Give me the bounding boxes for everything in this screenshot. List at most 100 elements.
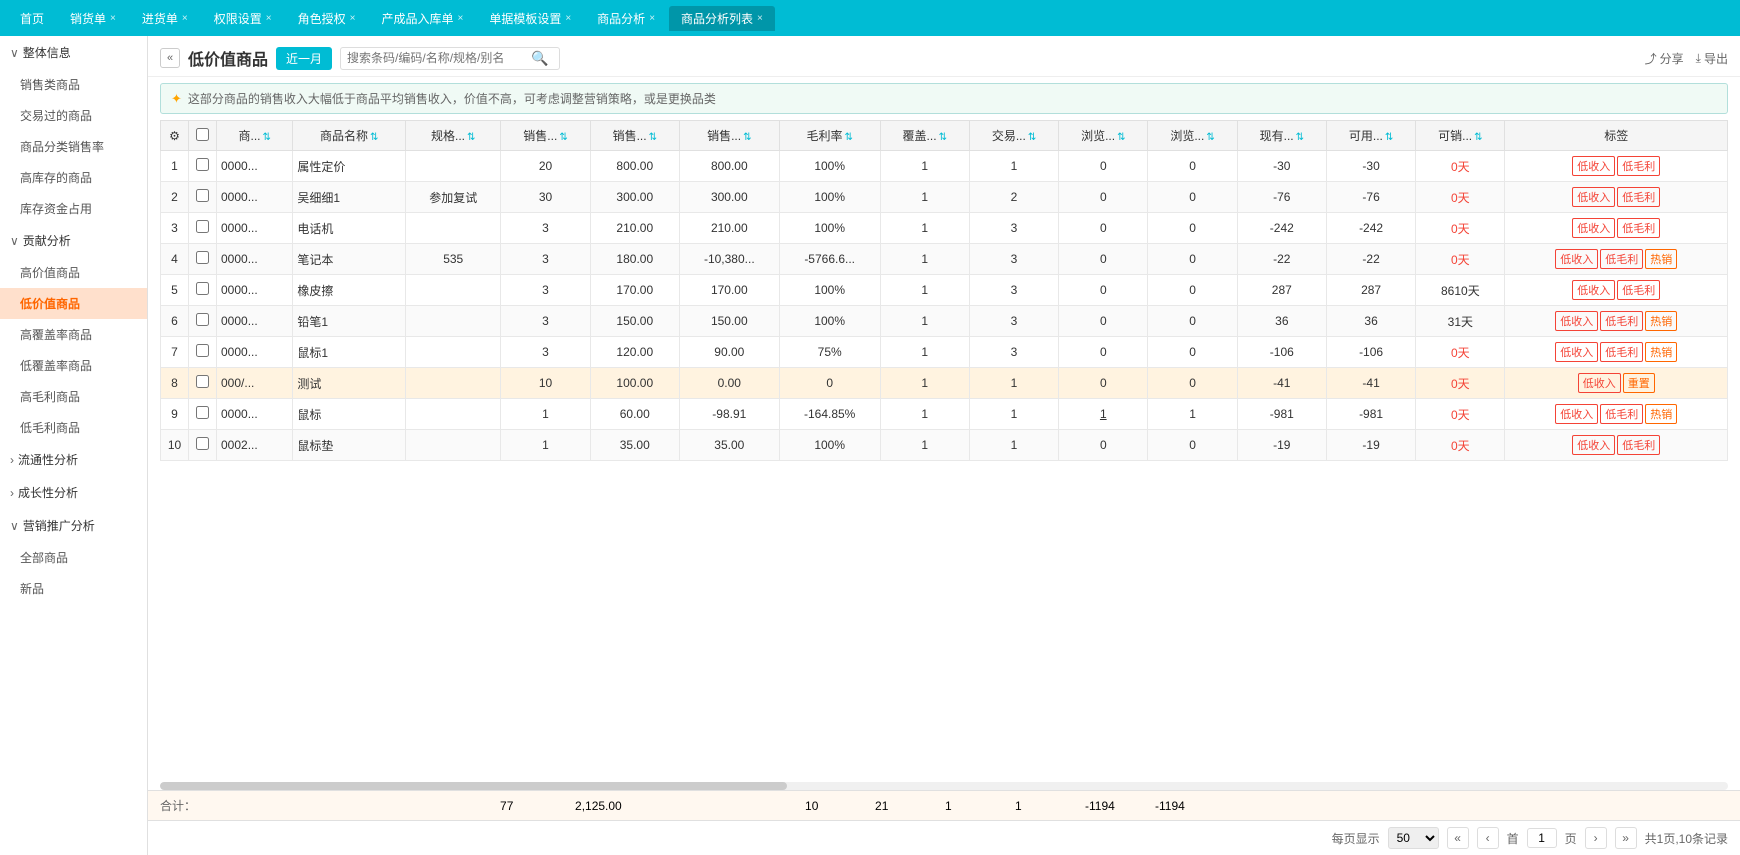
- checkbox-cell[interactable]: [189, 275, 217, 306]
- col-header-sale2[interactable]: 销售...⇅: [590, 121, 679, 151]
- close-icon[interactable]: ×: [182, 13, 188, 24]
- browse1-cell: 0: [1059, 306, 1148, 337]
- scrollbar-thumb[interactable]: [160, 782, 787, 790]
- cover-cell: 1: [880, 306, 969, 337]
- col-header-cover[interactable]: 覆盖...⇅: [880, 121, 969, 151]
- nav-product-inbound[interactable]: 产成品入库单 ×: [369, 6, 475, 31]
- col-header-name[interactable]: 商品名称⇅: [293, 121, 406, 151]
- sidebar-item-low-value[interactable]: 低价值商品: [0, 288, 147, 319]
- sidebar-section-growth[interactable]: › 成长性分析: [0, 476, 147, 509]
- row-checkbox[interactable]: [196, 282, 209, 295]
- browse2-cell: 0: [1148, 368, 1237, 399]
- current-page-input[interactable]: [1527, 828, 1557, 848]
- col-header-spec[interactable]: 规格...⇅: [406, 121, 501, 151]
- last-page-button[interactable]: »: [1615, 827, 1637, 849]
- sidebar-section-liquidity[interactable]: › 流通性分析: [0, 443, 147, 476]
- num-cell: 7: [161, 337, 189, 368]
- sidebar-item-high-margin[interactable]: 高毛利商品: [0, 381, 147, 412]
- nav-purchase-order[interactable]: 进货单 ×: [130, 6, 200, 31]
- sidebar-item-traded-products[interactable]: 交易过的商品: [0, 100, 147, 131]
- close-icon[interactable]: ×: [350, 13, 356, 24]
- sidebar-item-low-margin[interactable]: 低毛利商品: [0, 412, 147, 443]
- row-checkbox[interactable]: [196, 189, 209, 202]
- next-page-button[interactable]: ›: [1585, 827, 1607, 849]
- prev-page-button[interactable]: ‹: [1477, 827, 1499, 849]
- row-checkbox[interactable]: [196, 406, 209, 419]
- checkbox-cell[interactable]: [189, 430, 217, 461]
- avail-cell: -76: [1326, 182, 1415, 213]
- close-icon[interactable]: ×: [266, 13, 272, 24]
- sidebar-section-contribution[interactable]: ∨ 贡献分析: [0, 224, 147, 257]
- col-header-code[interactable]: 商...⇅: [217, 121, 293, 151]
- row-checkbox[interactable]: [196, 437, 209, 450]
- checkbox-cell[interactable]: [189, 337, 217, 368]
- col-header-browse2[interactable]: 浏览...⇅: [1148, 121, 1237, 151]
- nav-order-template[interactable]: 单据模板设置 ×: [477, 6, 583, 31]
- col-header-current[interactable]: 现有...⇅: [1237, 121, 1326, 151]
- close-icon[interactable]: ×: [565, 13, 571, 24]
- data-table-wrap[interactable]: ⚙ 商...⇅ 商品名称⇅ 规格...⇅ 销售...⇅ 销售...⇅ 销售...…: [148, 120, 1740, 782]
- checkbox-cell[interactable]: [189, 368, 217, 399]
- select-all-checkbox[interactable]: [196, 128, 209, 141]
- filter-month-button[interactable]: 近一月: [276, 47, 332, 70]
- sidebar-item-high-coverage[interactable]: 高覆盖率商品: [0, 319, 147, 350]
- col-header-sale3[interactable]: 销售...⇅: [679, 121, 779, 151]
- horizontal-scrollbar[interactable]: [160, 782, 1728, 790]
- sidebar-item-sales-products[interactable]: 销售类商品: [0, 69, 147, 100]
- page-size-select[interactable]: 50 100 200: [1388, 827, 1439, 849]
- nav-permission[interactable]: 权限设置 ×: [202, 6, 284, 31]
- sale2-cell: 120.00: [590, 337, 679, 368]
- export-button[interactable]: ⤓ 导出: [1696, 50, 1728, 67]
- close-icon[interactable]: ×: [757, 13, 763, 24]
- row-checkbox[interactable]: [196, 220, 209, 233]
- sidebar-item-low-coverage[interactable]: 低覆盖率商品: [0, 350, 147, 381]
- row-checkbox[interactable]: [196, 158, 209, 171]
- checkbox-col-header[interactable]: [189, 121, 217, 151]
- col-header-trade[interactable]: 交易...⇅: [969, 121, 1058, 151]
- col-header-sellable[interactable]: 可销...⇅: [1416, 121, 1505, 151]
- browse1-link[interactable]: 1: [1100, 407, 1107, 421]
- nav-sales-order[interactable]: 销货单 ×: [58, 6, 128, 31]
- checkbox-cell[interactable]: [189, 399, 217, 430]
- product-tag: 低收入: [1555, 342, 1598, 362]
- search-icon[interactable]: 🔍: [531, 50, 548, 67]
- first-page-button[interactable]: «: [1447, 827, 1469, 849]
- product-tag: 热销: [1645, 311, 1677, 331]
- col-header-margin[interactable]: 毛利率⇅: [779, 121, 880, 151]
- sidebar-item-category-sales-rate[interactable]: 商品分类销售率: [0, 131, 147, 162]
- checkbox-cell[interactable]: [189, 213, 217, 244]
- nav-product-analysis[interactable]: 商品分析 ×: [585, 6, 667, 31]
- chevron-down-icon: ∨: [10, 46, 19, 60]
- checkbox-cell[interactable]: [189, 151, 217, 182]
- collapse-button[interactable]: «: [160, 48, 180, 68]
- sidebar-section-overview[interactable]: ∨ 整体信息: [0, 36, 147, 69]
- row-checkbox[interactable]: [196, 344, 209, 357]
- checkbox-cell[interactable]: [189, 306, 217, 337]
- row-checkbox[interactable]: [196, 251, 209, 264]
- row-checkbox[interactable]: [196, 313, 209, 326]
- checkbox-cell[interactable]: [189, 182, 217, 213]
- nav-home[interactable]: 首页: [8, 6, 56, 31]
- sidebar-item-new-products[interactable]: 新品: [0, 573, 147, 604]
- footer-current: -1194: [1085, 799, 1155, 813]
- nav-product-analysis-list[interactable]: 商品分析列表 ×: [669, 6, 775, 31]
- close-icon[interactable]: ×: [110, 13, 116, 24]
- nav-role-auth[interactable]: 角色授权 ×: [286, 6, 368, 31]
- sidebar-item-inventory-capital[interactable]: 库存资金占用: [0, 193, 147, 224]
- settings-col-header[interactable]: ⚙: [161, 121, 189, 151]
- sidebar-item-high-inventory[interactable]: 高库存的商品: [0, 162, 147, 193]
- checkbox-cell[interactable]: [189, 244, 217, 275]
- close-icon[interactable]: ×: [649, 13, 655, 24]
- sidebar-item-high-value[interactable]: 高价值商品: [0, 257, 147, 288]
- row-checkbox[interactable]: [196, 375, 209, 388]
- margin-cell: 100%: [779, 430, 880, 461]
- col-header-avail[interactable]: 可用...⇅: [1326, 121, 1415, 151]
- search-input[interactable]: [347, 51, 527, 65]
- sidebar-item-all-products[interactable]: 全部商品: [0, 542, 147, 573]
- share-button[interactable]: ⤴ 分享: [1645, 50, 1684, 67]
- col-header-browse1[interactable]: 浏览...⇅: [1059, 121, 1148, 151]
- col-header-sale1[interactable]: 销售...⇅: [501, 121, 590, 151]
- close-icon[interactable]: ×: [457, 13, 463, 24]
- top-navigation: 首页 销货单 × 进货单 × 权限设置 × 角色授权 × 产成品入库单 × 单据…: [0, 0, 1740, 36]
- sidebar-section-marketing[interactable]: ∨ 营销推广分析: [0, 509, 147, 542]
